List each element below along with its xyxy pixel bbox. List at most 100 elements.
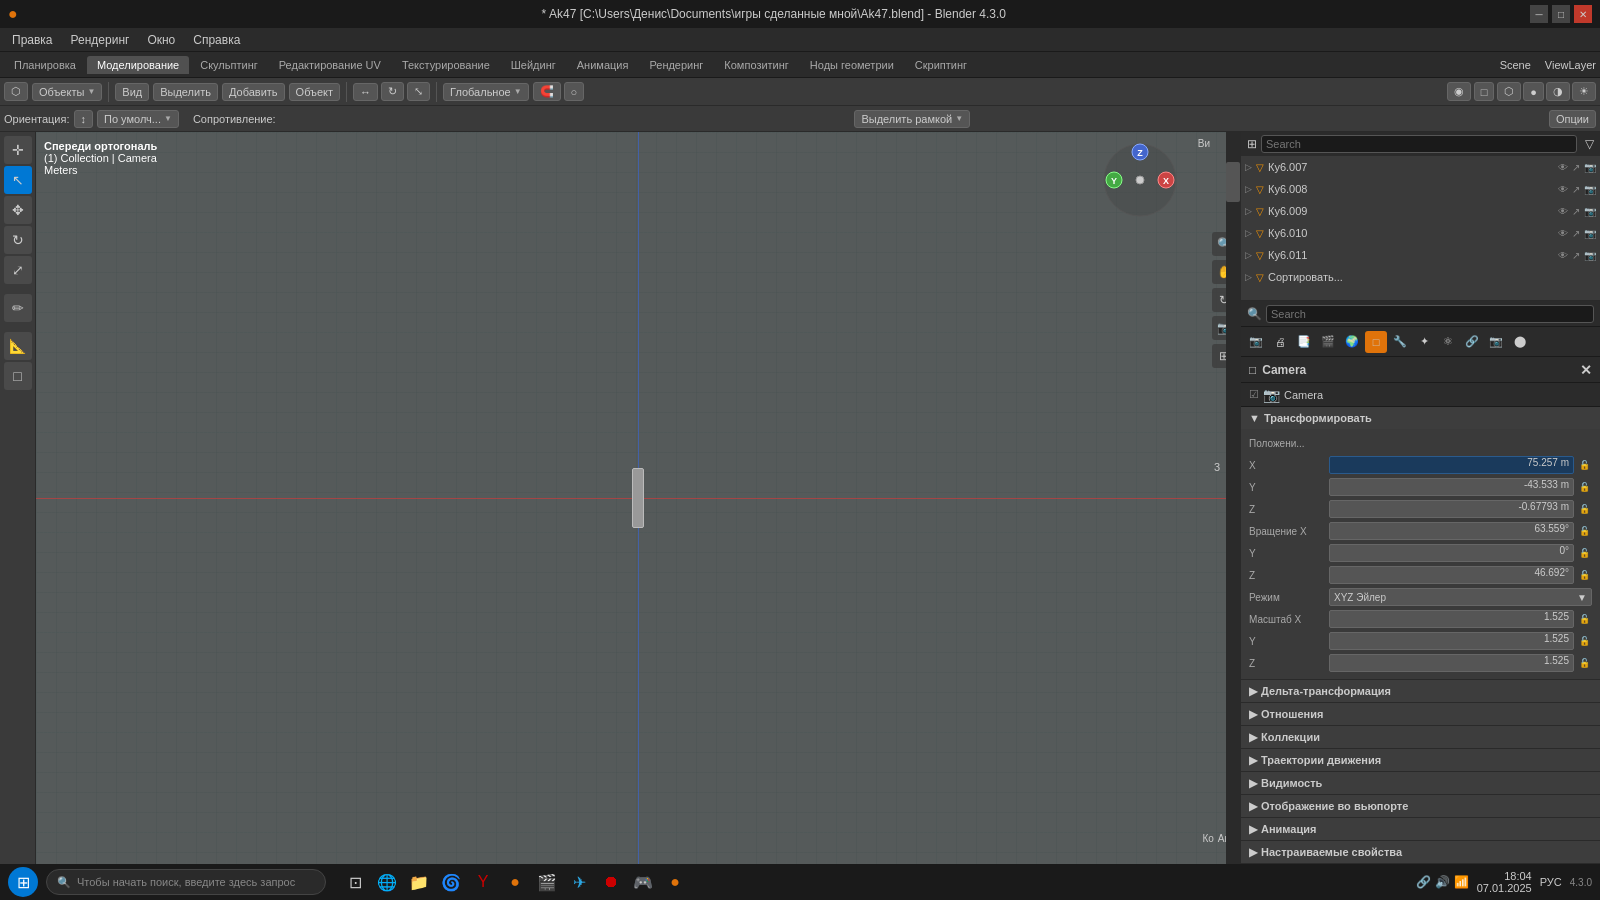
systray-icon-2[interactable]: 🔊 (1435, 875, 1450, 889)
cursor-tool-btn[interactable]: ✛ (4, 136, 32, 164)
object-data-btn[interactable]: 📷 (1485, 331, 1507, 353)
browser-icon[interactable]: 🌐 (374, 869, 400, 895)
proportional-btn[interactable]: ○ (564, 82, 585, 101)
rot-y-field[interactable]: 0° (1329, 544, 1574, 562)
options-btn[interactable]: Опции (1549, 110, 1596, 128)
taskbar-search[interactable]: 🔍 Чтобы начать поиск, введите здесь запр… (46, 869, 326, 895)
explorer-icon[interactable]: 📁 (406, 869, 432, 895)
rotate-tool-btn[interactable]: ↻ (381, 82, 404, 101)
rot-x-lock[interactable]: 🔓 (1576, 523, 1592, 539)
maximize-button[interactable]: □ (1552, 5, 1570, 23)
tab-geometry-nodes[interactable]: Ноды геометрии (800, 56, 904, 74)
move-tool-btn-left[interactable]: ✥ (4, 196, 32, 224)
overlay-btn[interactable]: ◉ (1447, 82, 1471, 101)
eye-icon-3[interactable]: 👁 (1558, 228, 1568, 239)
view-layer-props-btn[interactable]: 📑 (1293, 331, 1315, 353)
pointer-icon-3[interactable]: ↗ (1572, 228, 1580, 239)
pointer-icon-0[interactable]: ↗ (1572, 162, 1580, 173)
scale-z-lock[interactable]: 🔓 (1576, 655, 1592, 671)
eye-icon-4[interactable]: 👁 (1558, 250, 1568, 261)
scale-x-lock[interactable]: 🔓 (1576, 611, 1592, 627)
physics-props-btn[interactable]: ⚛ (1437, 331, 1459, 353)
pointer-icon-2[interactable]: ↗ (1572, 206, 1580, 217)
pos-x-lock[interactable]: 🔓 (1576, 457, 1592, 473)
rot-z-field[interactable]: 46.692° (1329, 566, 1574, 584)
outliner-item-1[interactable]: ▷ ▽ Ку6.008 👁 ↗ 📷 (1241, 178, 1600, 200)
material-preview-btn[interactable]: ◑ (1546, 82, 1570, 101)
render-props-btn[interactable]: 📷 (1245, 331, 1267, 353)
menu-render[interactable]: Рендеринг (63, 31, 138, 49)
orientation-icon-btn[interactable]: ↕ (74, 110, 94, 128)
camera-icon-3[interactable]: 📷 (1584, 228, 1596, 239)
pointer-icon-1[interactable]: ↗ (1572, 184, 1580, 195)
camera-icon-0[interactable]: 📷 (1584, 162, 1596, 173)
rot-z-lock[interactable]: 🔓 (1576, 567, 1592, 583)
tab-modeling[interactable]: Моделирование (87, 56, 189, 74)
menu-window[interactable]: Окно (139, 31, 183, 49)
rot-mode-dropdown[interactable]: XYZ Эйлер ▼ (1329, 588, 1592, 606)
modifier-props-btn[interactable]: 🔧 (1389, 331, 1411, 353)
record-icon[interactable]: ⏺ (598, 869, 624, 895)
taskview-btn[interactable]: ⊡ (342, 869, 368, 895)
eye-icon-1[interactable]: 👁 (1558, 184, 1568, 195)
nav-gizmo[interactable]: Z X Y (1100, 140, 1180, 220)
tab-compositing[interactable]: Композитинг (714, 56, 799, 74)
section-transform-header[interactable]: ▼ Трансформировать (1241, 407, 1600, 429)
particles-props-btn[interactable]: ✦ (1413, 331, 1435, 353)
snap-btn[interactable]: 🧲 (533, 82, 561, 101)
tab-texture-paint[interactable]: Текстурирование (392, 56, 500, 74)
camera-icon-1[interactable]: 📷 (1584, 184, 1596, 195)
viewport-scrollbar-v[interactable] (1226, 132, 1240, 864)
language-indicator[interactable]: РУС (1540, 876, 1562, 888)
constraints-props-btn[interactable]: 🔗 (1461, 331, 1483, 353)
wireframe-btn[interactable]: ⬡ (1497, 82, 1521, 101)
move-tool-btn[interactable]: ↔ (353, 83, 378, 101)
props-expand-btn[interactable]: ✕ (1580, 362, 1592, 378)
media-icon[interactable]: 🎬 (534, 869, 560, 895)
gaming-icon[interactable]: 🎮 (630, 869, 656, 895)
section-collections-header[interactable]: ▶ Коллекции (1241, 726, 1600, 748)
scale-y-lock[interactable]: 🔓 (1576, 633, 1592, 649)
section-motion-paths-header[interactable]: ▶ Траектории движения (1241, 749, 1600, 771)
scale-z-field[interactable]: 1.525 (1329, 654, 1574, 672)
output-props-btn[interactable]: 🖨 (1269, 331, 1291, 353)
section-custom-props-header[interactable]: ▶ Настраиваемые свойства (1241, 841, 1600, 863)
outliner-item-0[interactable]: ▷ ▽ Ку6.007 👁 ↗ 📷 (1241, 156, 1600, 178)
edge-icon[interactable]: 🌀 (438, 869, 464, 895)
rot-x-field[interactable]: 63.559° (1329, 522, 1574, 540)
rotate-tool-btn-left[interactable]: ↻ (4, 226, 32, 254)
tab-sculpting[interactable]: Скульптинг (190, 56, 268, 74)
systray-icon-3[interactable]: 📶 (1454, 875, 1469, 889)
minimize-button[interactable]: ─ (1530, 5, 1548, 23)
props-search-input[interactable] (1266, 305, 1594, 323)
outliner-item-2[interactable]: ▷ ▽ Ку6.009 👁 ↗ 📷 (1241, 200, 1600, 222)
rendered-btn[interactable]: ☀ (1572, 82, 1596, 101)
solid-btn[interactable]: ● (1523, 82, 1544, 101)
camera-icon-4[interactable]: 📷 (1584, 250, 1596, 261)
blender-taskbar-icon[interactable]: ● (502, 869, 528, 895)
systray-icon-1[interactable]: 🔗 (1416, 875, 1431, 889)
telegram-icon[interactable]: ✈ (566, 869, 592, 895)
xray-btn[interactable]: □ (1474, 82, 1495, 101)
scale-x-field[interactable]: 1.525 (1329, 610, 1574, 628)
outliner-item-4[interactable]: ▷ ▽ Ку6.011 👁 ↗ 📷 (1241, 244, 1600, 266)
checkbox-icon[interactable]: ☑ (1249, 388, 1259, 401)
object-props-btn[interactable]: □ (1365, 331, 1387, 353)
filter-icon[interactable]: ▽ (1585, 137, 1594, 151)
select-mode-dropdown[interactable]: Выделить рамкой ▼ (854, 110, 970, 128)
blender2-icon[interactable]: ● (662, 869, 688, 895)
scale-tool-btn-left[interactable]: ⤢ (4, 256, 32, 284)
select-menu-btn[interactable]: Выделить (153, 83, 218, 101)
scale-tool-btn[interactable]: ⤡ (407, 82, 430, 101)
object-mode-dropdown[interactable]: Объекты ▼ (32, 83, 102, 101)
add-menu-btn[interactable]: Добавить (222, 83, 285, 101)
tab-uv-editing[interactable]: Редактирование UV (269, 56, 391, 74)
section-viewport-display-header[interactable]: ▶ Отображение во вьюпорте (1241, 795, 1600, 817)
tab-layout[interactable]: Планировка (4, 56, 86, 74)
scene-props-btn[interactable]: 🎬 (1317, 331, 1339, 353)
menu-help[interactable]: Справка (185, 31, 248, 49)
camera-icon-2[interactable]: 📷 (1584, 206, 1596, 217)
outliner-item-5[interactable]: ▷ ▽ Сортировать... (1241, 266, 1600, 288)
collapsed-ko[interactable]: Ко (1202, 833, 1213, 844)
menu-edit[interactable]: Правка (4, 31, 61, 49)
